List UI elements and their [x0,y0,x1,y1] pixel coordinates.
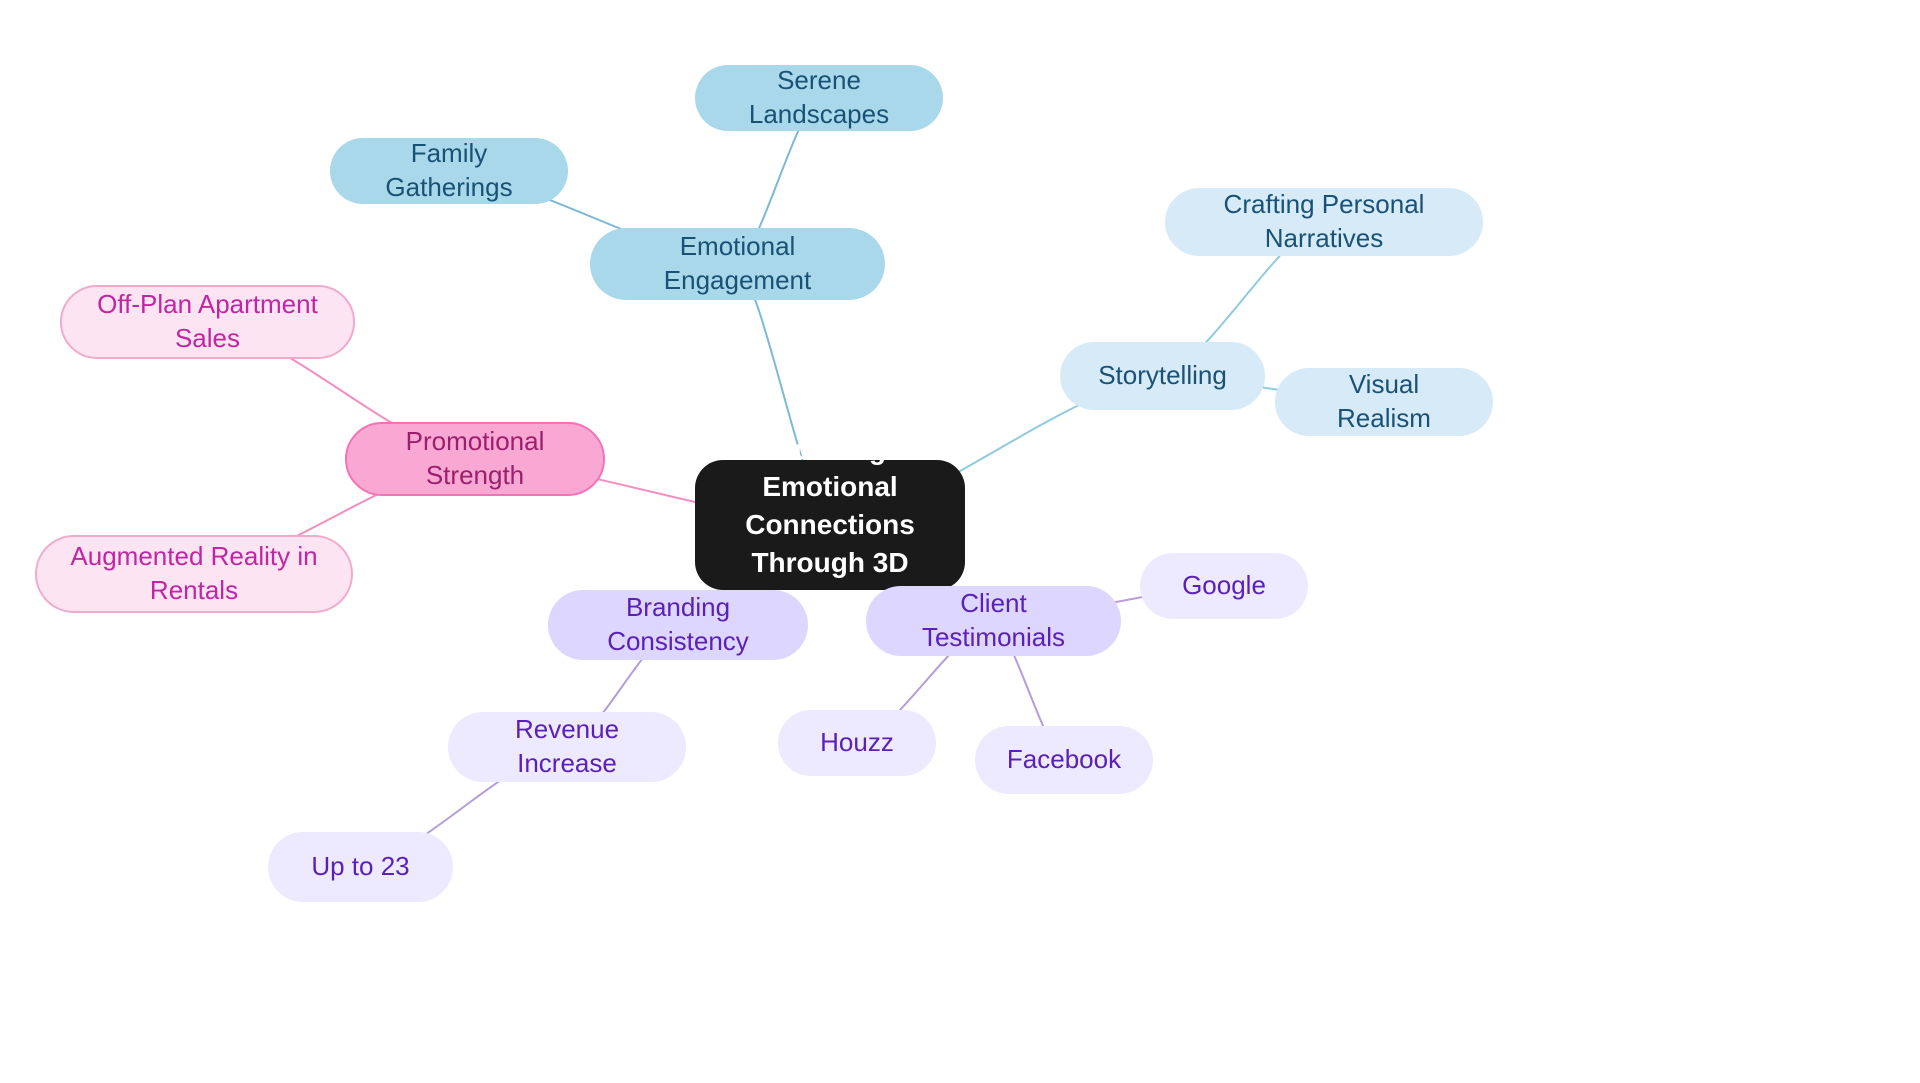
houzz-node[interactable]: Houzz [778,710,936,776]
off-plan-label: Off-Plan Apartment Sales [90,288,325,356]
google-label: Google [1182,569,1266,603]
branding-consistency-node[interactable]: Branding Consistency [548,590,808,660]
serene-landscapes-node[interactable]: Serene Landscapes [695,65,943,131]
emotional-engagement-node[interactable]: Emotional Engagement [590,228,885,300]
up-to-23-label: Up to 23 [311,850,409,884]
storytelling-node[interactable]: Storytelling [1060,342,1265,410]
crafting-node[interactable]: Crafting Personal Narratives [1165,188,1483,256]
storytelling-label: Storytelling [1098,359,1227,393]
augmented-reality-label: Augmented Reality in Rentals [65,540,323,608]
crafting-label: Crafting Personal Narratives [1193,188,1455,256]
branding-consistency-label: Branding Consistency [576,591,780,659]
visual-realism-node[interactable]: Visual Realism [1275,368,1493,436]
center-node[interactable]: Building Emotional Connections Through 3… [695,460,965,590]
revenue-increase-node[interactable]: Revenue Increase [448,712,686,782]
facebook-label: Facebook [1007,743,1121,777]
off-plan-node[interactable]: Off-Plan Apartment Sales [60,285,355,359]
revenue-increase-label: Revenue Increase [476,713,658,781]
promotional-strength-node[interactable]: Promotional Strength [345,422,605,496]
serene-landscapes-label: Serene Landscapes [723,64,915,132]
client-testimonials-node[interactable]: Client Testimonials [866,586,1121,656]
google-node[interactable]: Google [1140,553,1308,619]
family-gatherings-label: Family Gatherings [358,137,540,205]
augmented-reality-node[interactable]: Augmented Reality in Rentals [35,535,353,613]
emotional-engagement-label: Emotional Engagement [618,230,857,298]
up-to-23-node[interactable]: Up to 23 [268,832,453,902]
houzz-label: Houzz [820,726,894,760]
family-gatherings-node[interactable]: Family Gatherings [330,138,568,204]
client-testimonials-label: Client Testimonials [894,587,1093,655]
promotional-strength-label: Promotional Strength [375,425,575,493]
visual-realism-label: Visual Realism [1303,368,1465,436]
facebook-node[interactable]: Facebook [975,726,1153,794]
